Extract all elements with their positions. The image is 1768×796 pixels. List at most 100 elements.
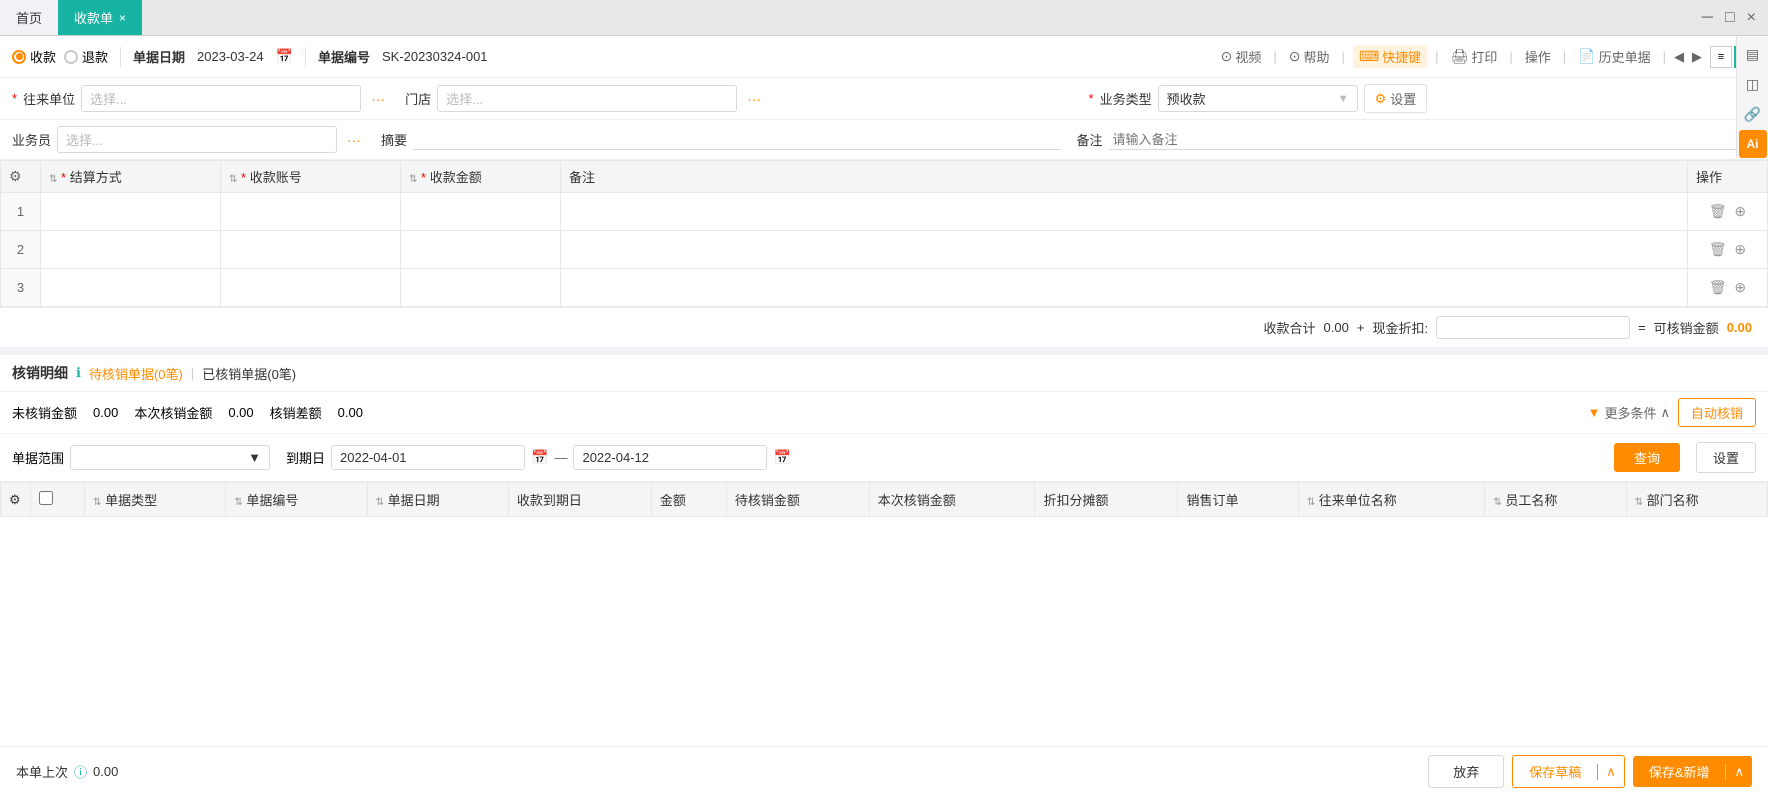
- staff-more-btn[interactable]: ···: [343, 132, 365, 148]
- window-min-btn[interactable]: ─: [1698, 9, 1717, 27]
- diff-label: 核销差额: [270, 403, 322, 422]
- radio-receipt-label: 收款: [30, 47, 56, 66]
- shortcut-btn[interactable]: ⌨ 快捷键: [1353, 45, 1427, 68]
- tab-home[interactable]: 首页: [0, 0, 58, 35]
- check-all-checkbox[interactable]: [39, 491, 53, 505]
- row-2-settle[interactable]: [41, 231, 221, 269]
- sidebar-image-icon[interactable]: ◫: [1739, 70, 1767, 98]
- row-3-amount[interactable]: [401, 269, 561, 307]
- writeoff-setup-button[interactable]: 设置: [1696, 442, 1756, 473]
- due-end-cal-icon[interactable]: 📅: [773, 449, 790, 466]
- equals-sign: =: [1638, 320, 1646, 335]
- row-num-3: 3: [1, 269, 41, 307]
- col-current-header: 本次核销金额: [869, 483, 1035, 517]
- row-1-settle[interactable]: [41, 193, 221, 231]
- row-1-amount[interactable]: [401, 193, 561, 231]
- video-btn[interactable]: ⊙ 视频: [1217, 45, 1266, 68]
- radio-refund-circle: [64, 50, 78, 64]
- history-btn[interactable]: 📄 历史单据: [1574, 45, 1654, 68]
- shop-input[interactable]: 选择...: [437, 85, 737, 112]
- date-calendar-icon[interactable]: 📅: [276, 48, 293, 65]
- sidebar-link-icon[interactable]: 🔗: [1739, 100, 1767, 128]
- discount-input[interactable]: [1436, 316, 1630, 339]
- partner-more-btn[interactable]: ···: [367, 91, 389, 107]
- row-1-account[interactable]: [221, 193, 401, 231]
- save-new-button[interactable]: 保存&新增 ∧: [1633, 756, 1752, 787]
- main-content: 收款 退款 单据日期 2023-03-24 📅 单据编号 SK-20230324…: [0, 36, 1768, 796]
- row-2-remark[interactable]: [561, 231, 1688, 269]
- shop-more-btn[interactable]: ···: [743, 91, 765, 107]
- remark-input[interactable]: [1109, 130, 1756, 150]
- row-3-account[interactable]: [221, 269, 401, 307]
- setting-label: 设置: [1390, 89, 1416, 108]
- summary-label: 摘要: [381, 130, 407, 149]
- nav-next-btn[interactable]: ▶: [1692, 49, 1702, 65]
- row-3-remark[interactable]: [561, 269, 1688, 307]
- business-value: 预收款: [1167, 89, 1206, 108]
- bottom-info-icon[interactable]: ⓘ: [74, 762, 87, 781]
- col-settle-header: ⇅ * 结算方式: [41, 161, 221, 193]
- staff-field: 业务员 选择... ···: [12, 126, 365, 153]
- operation-btn[interactable]: 操作: [1521, 45, 1555, 68]
- window-close-btn[interactable]: ×: [1743, 9, 1760, 27]
- toolbar-right: ⊙ 视频 | ⊙ 帮助 | ⌨ 快捷键 | 🖨 打印 | 操作 |: [1217, 45, 1756, 68]
- row-1-remark[interactable]: [561, 193, 1688, 231]
- staff-input[interactable]: 选择...: [57, 126, 337, 153]
- help-btn[interactable]: ⊙ 帮助: [1285, 45, 1334, 68]
- radio-receipt[interactable]: 收款: [12, 47, 56, 66]
- radio-refund[interactable]: 退款: [64, 47, 108, 66]
- due-start-cal-icon[interactable]: 📅: [531, 449, 548, 466]
- receipt-table-container: ⚙ ⇅ * 结算方式 ⇅ * 收款账号 ⇅ * 收款: [0, 160, 1768, 307]
- tab-close-btn[interactable]: ×: [119, 11, 126, 25]
- row-1-copy-btn[interactable]: ⊕: [1732, 201, 1748, 222]
- row-3-copy-btn[interactable]: ⊕: [1732, 277, 1748, 298]
- nav-prev-btn[interactable]: ◀: [1674, 49, 1684, 65]
- row-3-delete-btn[interactable]: 🗑: [1707, 277, 1729, 298]
- due-end-input[interactable]: [573, 445, 767, 470]
- done-tab[interactable]: 已核销单据(0笔): [202, 364, 296, 383]
- summary-row: 收款合计 0.00 + 现金折扣: = 可核销金额 0.00: [0, 307, 1768, 347]
- setting-button[interactable]: ⚙ 设置: [1364, 84, 1428, 113]
- query-button[interactable]: 查询: [1614, 443, 1680, 472]
- bottom-info: 本单上次 ⓘ 0.00: [16, 762, 118, 781]
- col-check-header: ⚙: [1, 483, 31, 517]
- date-separator: —: [554, 450, 567, 465]
- tab-separator: |: [191, 366, 194, 381]
- save-draft-button[interactable]: 保存草稿 ∧: [1512, 755, 1625, 788]
- save-draft-arrow[interactable]: ∧: [1597, 764, 1624, 780]
- row-2-copy-btn[interactable]: ⊕: [1732, 239, 1748, 260]
- staff-label: 业务员: [12, 130, 51, 149]
- auto-writeoff-button[interactable]: 自动核销: [1678, 398, 1756, 427]
- more-conditions-btn[interactable]: ▼ 更多条件 ∧: [1588, 403, 1670, 422]
- window-max-btn[interactable]: □: [1721, 9, 1739, 27]
- sidebar-table-icon[interactable]: ▤: [1739, 40, 1767, 68]
- row-1-delete-btn[interactable]: 🗑: [1707, 201, 1729, 222]
- partner-input[interactable]: 选择...: [81, 85, 361, 112]
- type-radio-group: 收款 退款: [12, 47, 108, 66]
- summary-input[interactable]: [413, 130, 1060, 150]
- tab-active[interactable]: 收款单 ×: [58, 0, 142, 35]
- save-new-arrow[interactable]: ∧: [1725, 764, 1752, 780]
- help-label: 帮助: [1304, 47, 1330, 66]
- range-select[interactable]: ▼: [70, 445, 270, 470]
- sidebar-ai-icon[interactable]: Ai: [1739, 130, 1767, 158]
- row-2-amount[interactable]: [401, 231, 561, 269]
- row-3-settle[interactable]: [41, 269, 221, 307]
- print-btn[interactable]: 🖨 打印: [1447, 45, 1502, 68]
- discard-button[interactable]: 放弃: [1428, 755, 1504, 788]
- table-gear-icon[interactable]: ⚙: [9, 168, 22, 184]
- pending-tab[interactable]: 待核销单据(0笔): [89, 364, 183, 383]
- business-input[interactable]: 预收款 ▼: [1158, 85, 1358, 112]
- row-2-delete-btn[interactable]: 🗑: [1707, 239, 1729, 260]
- right-sidebar: ▤ ◫ 🔗 Ai: [1736, 36, 1768, 158]
- layout-list-icon[interactable]: ≡: [1710, 46, 1732, 68]
- writeoff-info-icon[interactable]: ℹ: [76, 365, 81, 381]
- table-gear-icon2[interactable]: ⚙: [9, 492, 21, 507]
- due-start-input[interactable]: [331, 445, 525, 470]
- row-2-account[interactable]: [221, 231, 401, 269]
- col-type-header: ⇅ 单据类型: [85, 483, 226, 517]
- range-field: 单据范围 ▼: [12, 445, 270, 470]
- gear-icon: ⚙: [1375, 91, 1387, 107]
- business-field: * 业务类型 预收款 ▼ ⚙ 设置: [1089, 84, 1756, 113]
- chevron-up-icon: ∧: [1660, 405, 1670, 421]
